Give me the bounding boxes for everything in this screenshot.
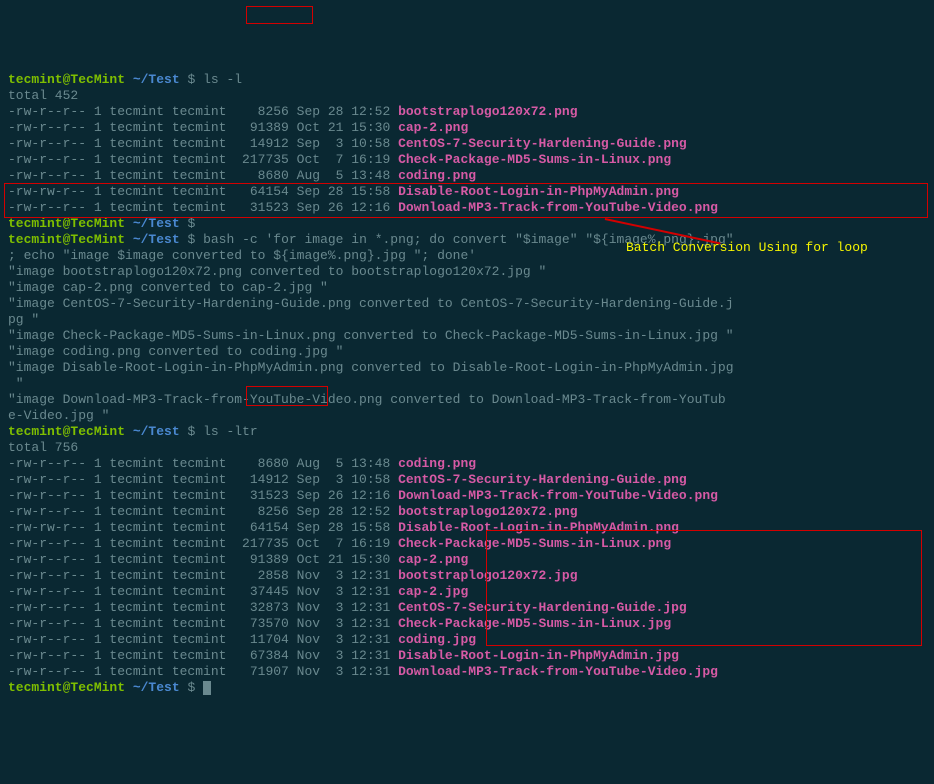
ls-row: -rw-r--r-- 1 tecmint tecmint 8256 Sep 28…: [8, 104, 926, 120]
prompt-path: ~/Test: [125, 216, 187, 231]
total-line: total 452: [8, 88, 926, 104]
highlight-box-ls: [246, 6, 313, 24]
echo-output: "image cap-2.png converted to cap-2.jpg …: [8, 280, 926, 296]
prompt-path: ~/Test: [125, 232, 187, 247]
highlight-box-bash: [4, 183, 928, 218]
prompt-symbol: $: [187, 232, 203, 247]
filename-png: bootstraplogo120x72.png: [398, 104, 577, 119]
echo-output: "image Download-MP3-Track-from-YouTube-V…: [8, 392, 926, 424]
ls-row: -rw-r--r-- 1 tecmint tecmint 14912 Sep 3…: [8, 136, 926, 152]
prompt-user: tecmint@TecMint: [8, 216, 125, 231]
filename: bootstraplogo120x72.png: [398, 504, 577, 519]
highlight-box-jpg-files: [486, 530, 922, 646]
filename: cap-2.png: [398, 552, 468, 567]
filename: Download-MP3-Track-from-YouTube-Video.pn…: [398, 488, 718, 503]
cursor: [203, 681, 211, 695]
filename: coding.jpg: [398, 632, 476, 647]
ls-row: -rw-r--r-- 1 tecmint tecmint 67384 Nov 3…: [8, 648, 926, 664]
prompt-symbol: $: [187, 216, 203, 231]
echo-output: "image Check-Package-MD5-Sums-in-Linux.p…: [8, 328, 926, 344]
total-line: total 756: [8, 440, 926, 456]
echo-output: "image coding.png converted to coding.jp…: [8, 344, 926, 360]
ls-row: -rw-r--r-- 1 tecmint tecmint 91389 Oct 2…: [8, 120, 926, 136]
filename-png: cap-2.png: [398, 120, 468, 135]
echo-output: "image Disable-Root-Login-in-PhpMyAdmin.…: [8, 360, 926, 392]
prompt-symbol: $: [187, 424, 203, 439]
highlight-box-ls-ltr: [246, 386, 328, 406]
ls-row: -rw-r--r-- 1 tecmint tecmint 31523 Sep 2…: [8, 488, 926, 504]
prompt-user: tecmint@TecMint: [8, 232, 125, 247]
command-ls-ltr[interactable]: ls -ltr: [203, 424, 258, 439]
filename: Download-MP3-Track-from-YouTube-Video.jp…: [398, 664, 718, 679]
echo-output: "image bootstraplogo120x72.png converted…: [8, 264, 926, 280]
annotation-label: Batch Conversion Using for loop: [626, 240, 868, 256]
prompt-path: ~/Test: [125, 424, 187, 439]
prompt-user: tecmint@TecMint: [8, 680, 125, 695]
filename: Disable-Root-Login-in-PhpMyAdmin.jpg: [398, 648, 679, 663]
prompt-user: tecmint@TecMint: [8, 72, 125, 87]
prompt-path: ~/Test: [125, 72, 187, 87]
ls-row: -rw-r--r-- 1 tecmint tecmint 71907 Nov 3…: [8, 664, 926, 680]
command-ls[interactable]: ls -l: [203, 72, 242, 87]
prompt-user: tecmint@TecMint: [8, 424, 125, 439]
filename-png: CentOS-7-Security-Hardening-Guide.png: [398, 136, 687, 151]
filename: cap-2.jpg: [398, 584, 468, 599]
ls-row: -rw-r--r-- 1 tecmint tecmint 14912 Sep 3…: [8, 472, 926, 488]
ls-row: -rw-r--r-- 1 tecmint tecmint 8680 Aug 5 …: [8, 456, 926, 472]
echo-output: "image CentOS-7-Security-Hardening-Guide…: [8, 296, 926, 328]
ls-row: -rw-r--r-- 1 tecmint tecmint 217735 Oct …: [8, 152, 926, 168]
filename: CentOS-7-Security-Hardening-Guide.png: [398, 472, 687, 487]
prompt-symbol: $: [187, 680, 203, 695]
filename: coding.png: [398, 456, 476, 471]
ls-row: -rw-r--r-- 1 tecmint tecmint 8256 Sep 28…: [8, 504, 926, 520]
prompt-path: ~/Test: [125, 680, 187, 695]
filename-png: coding.png: [398, 168, 476, 183]
ls-row: -rw-r--r-- 1 tecmint tecmint 8680 Aug 5 …: [8, 168, 926, 184]
prompt-symbol: $: [187, 72, 203, 87]
filename-png: Check-Package-MD5-Sums-in-Linux.png: [398, 152, 671, 167]
